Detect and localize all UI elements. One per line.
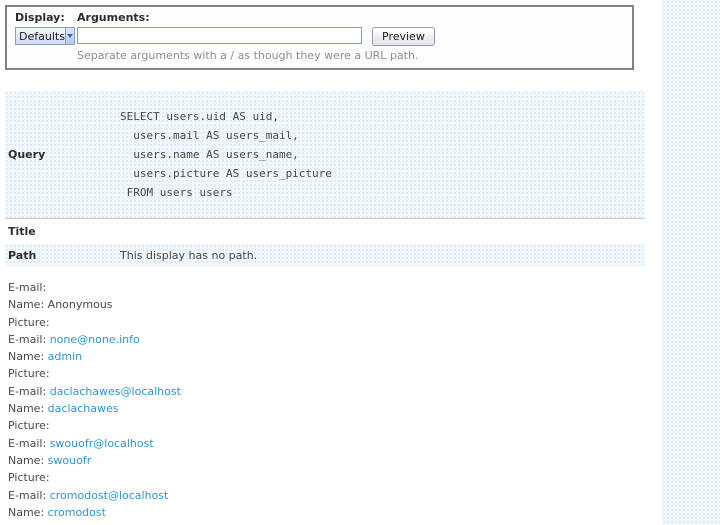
email-link[interactable]: swouofr@localhost xyxy=(50,437,154,450)
picture-label: Picture: xyxy=(8,419,50,433)
email-link[interactable]: cromodost@localhost xyxy=(50,489,169,502)
email-line: E-mail: daclachawes@localhost xyxy=(8,383,645,400)
chevron-down-icon xyxy=(64,28,74,44)
email-label: E-mail: xyxy=(8,384,47,398)
user-record: E-mail: daclachawes@localhost Name: dacl… xyxy=(8,383,645,435)
name-line: Name: Anonymous xyxy=(8,296,645,313)
arguments-label: Arguments: xyxy=(77,11,150,24)
query-label: Query xyxy=(8,148,46,161)
name-link[interactable]: cromodost xyxy=(48,506,106,519)
name-line: Name: admin xyxy=(8,348,645,365)
user-record: E-mail: none@none.info Name: admin Pictu… xyxy=(8,331,645,383)
preview-button[interactable]: Preview xyxy=(372,27,435,46)
name-link[interactable]: swouofr xyxy=(48,454,92,467)
picture-line: Picture: xyxy=(8,521,645,525)
name-line: Name: swouofr xyxy=(8,452,645,469)
email-label: E-mail: xyxy=(8,281,47,294)
name-link[interactable]: admin xyxy=(48,350,82,363)
email-link[interactable]: daclachawes@localhost xyxy=(50,385,181,398)
picture-label: Picture: xyxy=(8,471,50,485)
picture-line: Picture: xyxy=(8,469,645,486)
path-row: Path This display has no path. xyxy=(5,244,645,266)
name-line: Name: daclachawes xyxy=(8,400,645,417)
preview-results: E-mail: Name: Anonymous Picture: E-mail:… xyxy=(5,279,645,525)
path-label: Path xyxy=(8,248,37,262)
user-record: E-mail: cromodost@localhost Name: cromod… xyxy=(8,487,645,525)
views-preview-page: { "form": { "display_label": "Display:",… xyxy=(0,0,720,525)
page-background-band xyxy=(662,0,720,525)
name-line: Name: cromodost xyxy=(8,504,645,521)
arguments-help-text: Separate arguments with a / as though th… xyxy=(77,49,419,62)
picture-line: Picture: xyxy=(8,365,645,382)
picture-label: Picture: xyxy=(8,367,50,381)
display-select-value: Defaults xyxy=(19,29,65,43)
preview-form: Display: Defaults Arguments: Preview Sep… xyxy=(5,5,634,70)
name-label: Name: xyxy=(8,298,45,312)
email-label: E-mail: xyxy=(8,436,47,450)
email-line: E-mail: xyxy=(8,279,645,296)
query-sql: SELECT users.uid AS uid, users.mail AS u… xyxy=(120,110,332,199)
main-content: Display: Defaults Arguments: Preview Sep… xyxy=(5,0,645,525)
query-section: Query SELECT users.uid AS uid, users.mai… xyxy=(5,91,645,218)
display-column: Display: Defaults xyxy=(15,12,77,62)
name-label: Name: xyxy=(8,505,45,519)
arguments-input[interactable] xyxy=(77,27,362,44)
picture-label: Picture: xyxy=(8,315,50,329)
email-label: E-mail: xyxy=(8,488,47,502)
name-label: Name: xyxy=(8,453,45,467)
name-label: Name: xyxy=(8,402,45,416)
picture-line: Picture: xyxy=(8,417,645,434)
user-record: E-mail: swouofr@localhost Name: swouofr … xyxy=(8,435,645,487)
arguments-column: Arguments: Preview Separate arguments wi… xyxy=(77,12,624,62)
picture-line: Picture: xyxy=(8,314,645,331)
path-value: This display has no path. xyxy=(120,248,258,262)
user-record: E-mail: Name: Anonymous Picture: xyxy=(8,279,645,331)
email-link[interactable]: none@none.info xyxy=(50,333,140,346)
title-label: Title xyxy=(8,225,36,238)
name-link[interactable]: daclachawes xyxy=(48,402,119,415)
email-line: E-mail: cromodost@localhost xyxy=(8,487,645,504)
title-row: Title xyxy=(5,218,645,244)
name-value: Anonymous xyxy=(47,298,113,312)
display-select[interactable]: Defaults xyxy=(15,27,75,45)
email-line: E-mail: none@none.info xyxy=(8,331,645,348)
display-label: Display: xyxy=(15,11,65,24)
email-label: E-mail: xyxy=(8,332,47,346)
email-line: E-mail: swouofr@localhost xyxy=(8,435,645,452)
name-label: Name: xyxy=(8,350,45,364)
arguments-row: Preview xyxy=(77,27,624,46)
